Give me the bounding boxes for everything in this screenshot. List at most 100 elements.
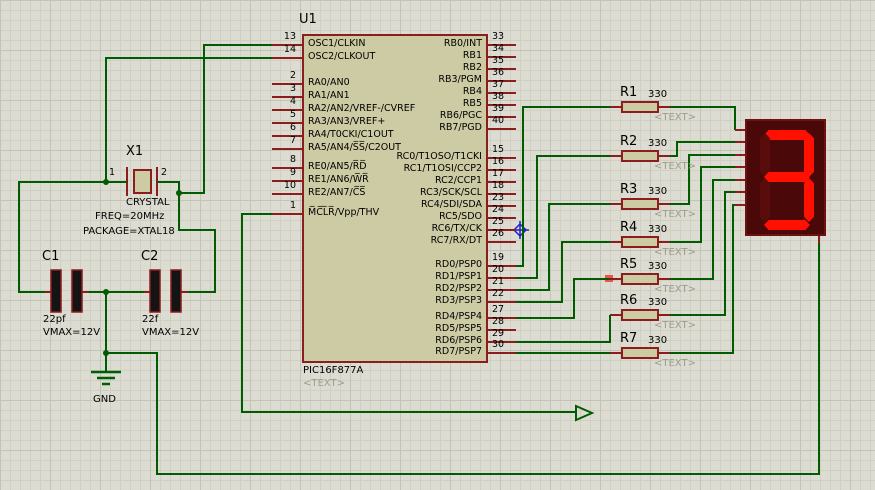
pin-label-23: RC4/SDI/SDA <box>420 199 482 210</box>
wire-18[interactable] <box>670 141 735 157</box>
pin-number-13: 13 <box>283 31 296 42</box>
pin-number-2: 2 <box>289 70 296 81</box>
ground-symbol[interactable] <box>91 353 121 386</box>
pin-number-38: 38 <box>492 91 505 102</box>
pin-label-34: RB1 <box>462 50 482 61</box>
R7-body[interactable] <box>621 347 659 359</box>
R4-body[interactable] <box>621 236 659 248</box>
pin-label-40: RB7/PGD <box>439 122 482 133</box>
c2-vmax: VMAX=12V <box>142 327 200 338</box>
pin-number-16: 16 <box>492 156 505 167</box>
R7-ref: R7 <box>620 331 638 346</box>
c1-value: 22pf <box>43 314 66 325</box>
pin-number-15: 15 <box>492 144 505 155</box>
pin-label-19: RD0/PSP0 <box>435 259 482 270</box>
pin-label-17: RC2/CCP1 <box>434 175 482 186</box>
pin-number-24: 24 <box>492 204 505 215</box>
crystal-ref: X1 <box>126 144 144 159</box>
R1-ref: R1 <box>620 85 638 100</box>
pin-label-21: RD2/PSP2 <box>435 283 482 294</box>
pin-number-21: 21 <box>492 276 505 287</box>
junction-dot-2 <box>103 289 109 295</box>
segment-f-off <box>760 133 770 177</box>
junction-dot-1 <box>176 190 182 196</box>
pin-number-37: 37 <box>492 79 505 90</box>
wire-0[interactable] <box>179 44 272 194</box>
R7-value: 330 <box>648 335 668 346</box>
R4-value: 330 <box>648 224 668 235</box>
pin-label-18: RC3/SCK/SCL <box>419 187 482 198</box>
seven-segment-display[interactable] <box>745 119 826 236</box>
pin-label-38: RB5 <box>462 98 482 109</box>
pin-label-33: RB0/INT <box>443 38 482 49</box>
pin-number-40: 40 <box>492 115 505 126</box>
pin-number-1: 1 <box>289 200 296 211</box>
pin-number-27: 27 <box>492 304 505 315</box>
pin-number-5: 5 <box>289 109 296 120</box>
pin-number-22: 22 <box>492 288 505 299</box>
pin-number-28: 28 <box>492 316 505 327</box>
gnd-label: GND <box>93 394 116 405</box>
pin-label-27: RD4/PSP4 <box>435 311 482 322</box>
wire-15[interactable] <box>516 315 611 343</box>
pin-number-9: 9 <box>289 167 296 178</box>
R6-body[interactable] <box>621 309 659 321</box>
pin-number-3: 3 <box>289 83 296 94</box>
segment-g-lit <box>764 172 810 182</box>
pin-label-30: RD7/PSP7 <box>435 346 482 357</box>
junction-dot-0 <box>103 179 109 185</box>
R2-body[interactable] <box>621 150 659 162</box>
pin-number-25: 25 <box>492 216 505 227</box>
segment-c-lit <box>804 178 814 222</box>
pin-number-10: 10 <box>283 180 296 191</box>
R5-text-placeholder: <TEXT> <box>654 284 696 295</box>
wire-1[interactable] <box>157 181 180 193</box>
crystal-package-label: PACKAGE=XTAL18 <box>83 226 175 237</box>
pin-number-39: 39 <box>492 103 505 114</box>
pin-number-6: 6 <box>289 122 296 133</box>
chip-part-name: PIC16F877A <box>303 365 364 376</box>
c1-ref: C1 <box>42 249 60 264</box>
pin-label-29: RD6/PSP6 <box>435 335 482 346</box>
R2-value: 330 <box>648 138 668 149</box>
pin-number-17: 17 <box>492 168 505 179</box>
capacitor-c1-symbol[interactable] <box>45 269 89 313</box>
wire-3[interactable] <box>105 57 272 182</box>
pin-label-39: RB6/PGC <box>439 110 482 121</box>
c2-ref: C2 <box>141 249 159 264</box>
crystal-freq-label: FREQ=20MHz <box>95 211 165 222</box>
wire-2[interactable] <box>178 193 216 293</box>
pin-label-36: RB3/PGM <box>438 74 482 85</box>
pin-number-34: 34 <box>492 43 505 54</box>
R2-text-placeholder: <TEXT> <box>654 161 696 172</box>
R3-ref: R3 <box>620 182 638 197</box>
wire-13[interactable] <box>516 241 610 303</box>
pin-number-26: 26 <box>492 228 505 239</box>
capacitor-c2-symbol[interactable] <box>144 269 188 313</box>
crystal-pin2-number: 2 <box>161 167 168 178</box>
segment-b-lit <box>804 133 814 177</box>
R3-body[interactable] <box>621 198 659 210</box>
R6-text-placeholder: <TEXT> <box>654 320 696 331</box>
crystal-symbol[interactable] <box>126 167 158 196</box>
R2-ref: R2 <box>620 134 638 149</box>
crystal-type-label: CRYSTAL <box>126 197 170 208</box>
pin-label-37: RB4 <box>462 86 482 97</box>
schematic-canvas[interactable]: U1 PIC16F877A <TEXT> X1 1 2 CRYSTAL FREQ… <box>0 0 875 490</box>
crystal-pin1-number: 1 <box>109 167 116 178</box>
pin-number-20: 20 <box>492 264 505 275</box>
pin-number-8: 8 <box>289 154 296 165</box>
R5-body[interactable] <box>621 273 659 285</box>
R5-ref: R5 <box>620 257 638 272</box>
R4-ref: R4 <box>620 220 638 235</box>
pin-number-23: 23 <box>492 192 505 203</box>
pin-number-4: 4 <box>289 96 296 107</box>
pin-label-15: RC0/T1OSO/T1CKI <box>396 151 482 162</box>
R3-text-placeholder: <TEXT> <box>654 209 696 220</box>
R3-value: 330 <box>648 186 668 197</box>
c2-value: 22f <box>142 314 159 325</box>
R1-body[interactable] <box>621 101 659 113</box>
arrow-terminal-icon[interactable] <box>575 404 595 422</box>
R6-ref: R6 <box>620 293 638 308</box>
R1-text-placeholder: <TEXT> <box>654 112 696 123</box>
